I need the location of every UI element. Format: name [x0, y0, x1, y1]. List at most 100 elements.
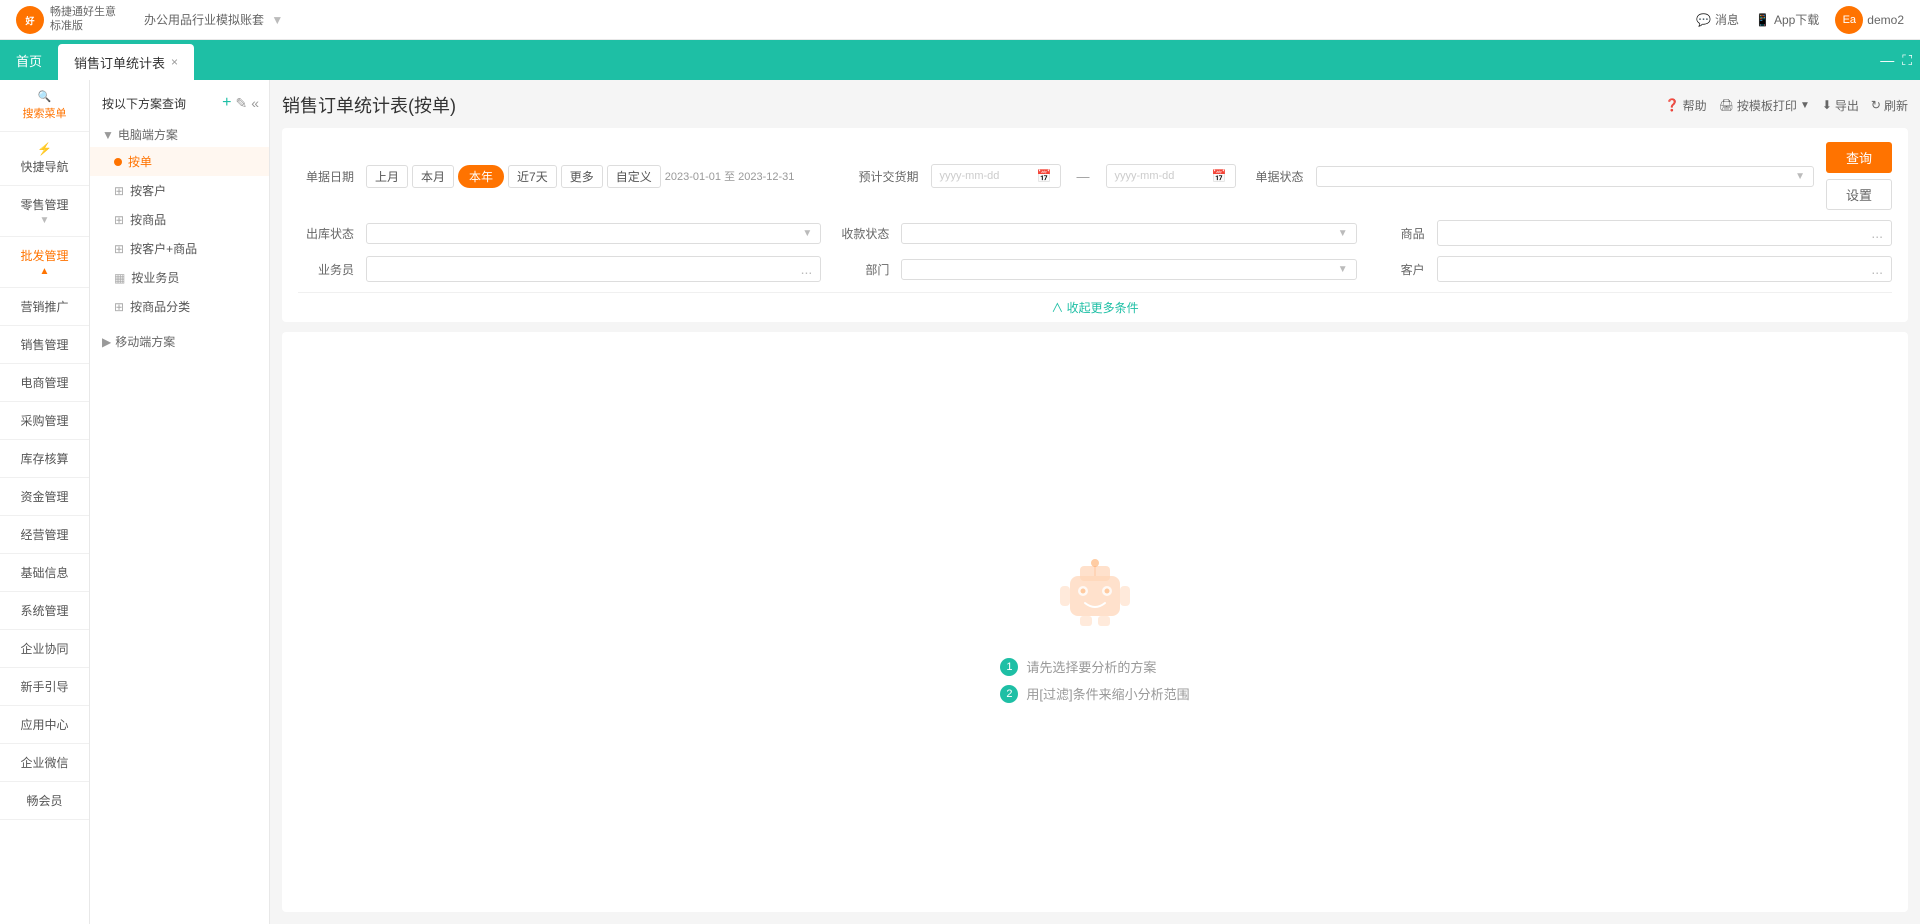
sidebar-item-quick-nav[interactable]: ⚡ 快捷导航	[0, 132, 89, 186]
sidebar-item-ecommerce[interactable]: 电商管理	[0, 364, 89, 402]
scheme-dot-icon	[114, 158, 122, 166]
select-arrow2-icon: ▼	[802, 228, 812, 239]
tab-home[interactable]: 首页	[0, 40, 58, 80]
download-icon: 📱	[1755, 13, 1770, 27]
sidebar-item-member[interactable]: 畅会员	[0, 782, 89, 820]
top-bar-right: 💬 消息 📱 App下载 Ea demo2	[1696, 6, 1904, 34]
app-download-btn[interactable]: 📱 App下载	[1755, 11, 1819, 28]
refresh-btn[interactable]: ↻ 刷新	[1871, 97, 1908, 114]
tab-close-icon[interactable]: ×	[171, 55, 178, 69]
scheme-item-by-customer[interactable]: ⊞ 按客户	[90, 176, 269, 205]
sidebar-item-operation[interactable]: 经营管理	[0, 516, 89, 554]
date-btn-more[interactable]: 更多	[561, 165, 603, 188]
content-area: 按以下方案查询 + ✎ « ▼ 电脑端方案 按单 ⊞ 按客户	[90, 80, 1920, 924]
sidebar-item-basicinfo[interactable]: 基础信息	[0, 554, 89, 592]
sidebar-item-marketing[interactable]: 营销推广	[0, 288, 89, 326]
page-title-actions: ❓ 帮助 🖨 按模板打印 ▼ ⬇ 导出 ↻ 刷新	[1665, 97, 1908, 114]
expected-date-to[interactable]: yyyy-mm-dd 📅	[1106, 164, 1236, 188]
scheme-panel-actions: + ✎ «	[222, 94, 259, 112]
query-button[interactable]: 查询	[1826, 142, 1892, 173]
chevron-right-icon: ▶	[102, 335, 111, 349]
date-btn-7days[interactable]: 近7天	[508, 165, 557, 188]
scheme-bar-icon: ▦	[114, 271, 125, 285]
date-filter: 上月 本月 本年 近7天 更多 自定义 2023-01-01 至 2023-12…	[366, 165, 846, 188]
tab-bar: 首页 销售订单统计表 × — ⛶	[0, 40, 1920, 80]
customer-label: 客户	[1369, 261, 1425, 278]
logo-text: 畅捷通好生意 标准版	[50, 6, 116, 32]
export-btn[interactable]: ⬇ 导出	[1822, 97, 1859, 114]
message-btn[interactable]: 💬 消息	[1696, 11, 1739, 28]
minimize-icon[interactable]: —	[1880, 52, 1894, 68]
help-btn[interactable]: ❓ 帮助	[1665, 97, 1707, 114]
salesman-input[interactable]: ...	[366, 256, 821, 282]
customer-input[interactable]: ...	[1437, 256, 1892, 282]
main-layout: 🔍 搜索菜单 ⚡ 快捷导航 零售管理 ▼ 批发管理 ▲ 营销推广 销售管理 电商…	[0, 80, 1920, 924]
page-title-row: 销售订单统计表(按单) ❓ 帮助 🖨 按模板打印 ▼ ⬇ 导出	[282, 92, 1908, 118]
sidebar-item-finance[interactable]: 资金管理	[0, 478, 89, 516]
refresh-icon: ↻	[1871, 98, 1881, 112]
customer-dots-icon: ...	[1871, 261, 1883, 277]
svg-text:好: 好	[24, 15, 34, 26]
ship-status-select[interactable]: ▼	[366, 223, 821, 244]
filter-row-2: 出库状态 ▼ 收款状态 ▼ 商品 ...	[298, 220, 1892, 246]
collapse-scheme-icon[interactable]: «	[251, 95, 259, 111]
sidebar-item-sales[interactable]: 销售管理	[0, 326, 89, 364]
date-btn-this-month[interactable]: 本月	[412, 165, 454, 188]
sidebar-item-appcenter[interactable]: 应用中心	[0, 706, 89, 744]
sidebar-item-collab[interactable]: 企业协同	[0, 630, 89, 668]
user-menu[interactable]: Ea demo2	[1835, 6, 1904, 34]
date-btn-custom[interactable]: 自定义	[607, 165, 661, 188]
sidebar-item-search[interactable]: 🔍 搜索菜单	[0, 80, 89, 132]
scheme-item-by-goods-category[interactable]: ⊞ 按商品分类	[90, 292, 269, 321]
date-btn-last-month[interactable]: 上月	[366, 165, 408, 188]
sidebar-item-purchase[interactable]: 采购管理	[0, 402, 89, 440]
scheme-grid4-icon: ⊞	[114, 300, 124, 314]
collapse-bar[interactable]: ∧ 收起更多条件	[298, 292, 1892, 322]
sidebar-item-retail[interactable]: 零售管理 ▼	[0, 186, 89, 237]
add-scheme-icon[interactable]: +	[222, 94, 231, 112]
scheme-item-by-goods[interactable]: ⊞ 按商品	[90, 205, 269, 234]
goods-label: 商品	[1369, 225, 1425, 242]
logo-area: 好 畅捷通好生意 标准版	[16, 6, 116, 34]
scheme-item-by-order[interactable]: 按单	[90, 147, 269, 176]
print-btn[interactable]: 🖨 按模板打印 ▼	[1719, 97, 1810, 114]
scheme-item-by-salesman[interactable]: ▦ 按业务员	[90, 263, 269, 292]
ship-status-label: 出库状态	[298, 225, 354, 242]
pay-status-select[interactable]: ▼	[901, 223, 1356, 244]
edit-scheme-icon[interactable]: ✎	[235, 95, 247, 112]
sidebar-item-wholesale[interactable]: 批发管理 ▲	[0, 237, 89, 288]
scheme-group-mobile-title[interactable]: ▶ 移动端方案	[90, 329, 269, 354]
goods-input[interactable]: ...	[1437, 220, 1892, 246]
print-arrow-icon: ▼	[1800, 100, 1810, 111]
tab-bar-actions: — ⛶	[1880, 52, 1920, 69]
page-title: 销售订单统计表(按单)	[282, 92, 456, 118]
chevron-down-icon: ▼	[40, 215, 50, 226]
expected-date-from[interactable]: yyyy-mm-dd 📅	[931, 164, 1061, 188]
bill-status-select[interactable]: ▼	[1316, 166, 1814, 187]
date-dash: —	[1073, 169, 1094, 184]
dept-select[interactable]: ▼	[901, 259, 1356, 280]
sidebar-item-inventory[interactable]: 库存核算	[0, 440, 89, 478]
quick-nav-icon: ⚡	[37, 142, 52, 156]
message-icon: 💬	[1696, 13, 1711, 27]
scheme-grid3-icon: ⊞	[114, 242, 124, 256]
settings-button[interactable]: 设置	[1826, 179, 1892, 210]
sidebar-item-wechat[interactable]: 企业微信	[0, 744, 89, 782]
tab-active[interactable]: 销售订单统计表 ×	[58, 44, 194, 80]
search-icon: 🔍	[38, 90, 52, 103]
pay-status-label: 收款状态	[833, 225, 889, 242]
bill-status-label: 单据状态	[1248, 168, 1304, 185]
sidebar-item-newuser[interactable]: 新手引导	[0, 668, 89, 706]
date-filter-label: 单据日期	[298, 168, 354, 185]
goods-dots-icon: ...	[1871, 225, 1883, 241]
maximize-icon[interactable]: ⛶	[1902, 52, 1912, 69]
main-content: 销售订单统计表(按单) ❓ 帮助 🖨 按模板打印 ▼ ⬇ 导出	[270, 80, 1920, 924]
scheme-group-pc-title[interactable]: ▼ 电脑端方案	[90, 122, 269, 147]
export-icon: ⬇	[1822, 98, 1832, 112]
scheme-item-by-customer-goods[interactable]: ⊞ 按客户+商品	[90, 234, 269, 263]
sidebar-item-system[interactable]: 系统管理	[0, 592, 89, 630]
scheme-panel-header: 按以下方案查询 + ✎ «	[90, 88, 269, 118]
select-arrow-icon: ▼	[1795, 171, 1805, 182]
top-bar-left: 好 畅捷通好生意 标准版 办公用品行业模拟账套 ▼	[16, 6, 283, 34]
date-btn-this-year[interactable]: 本年	[458, 165, 504, 188]
